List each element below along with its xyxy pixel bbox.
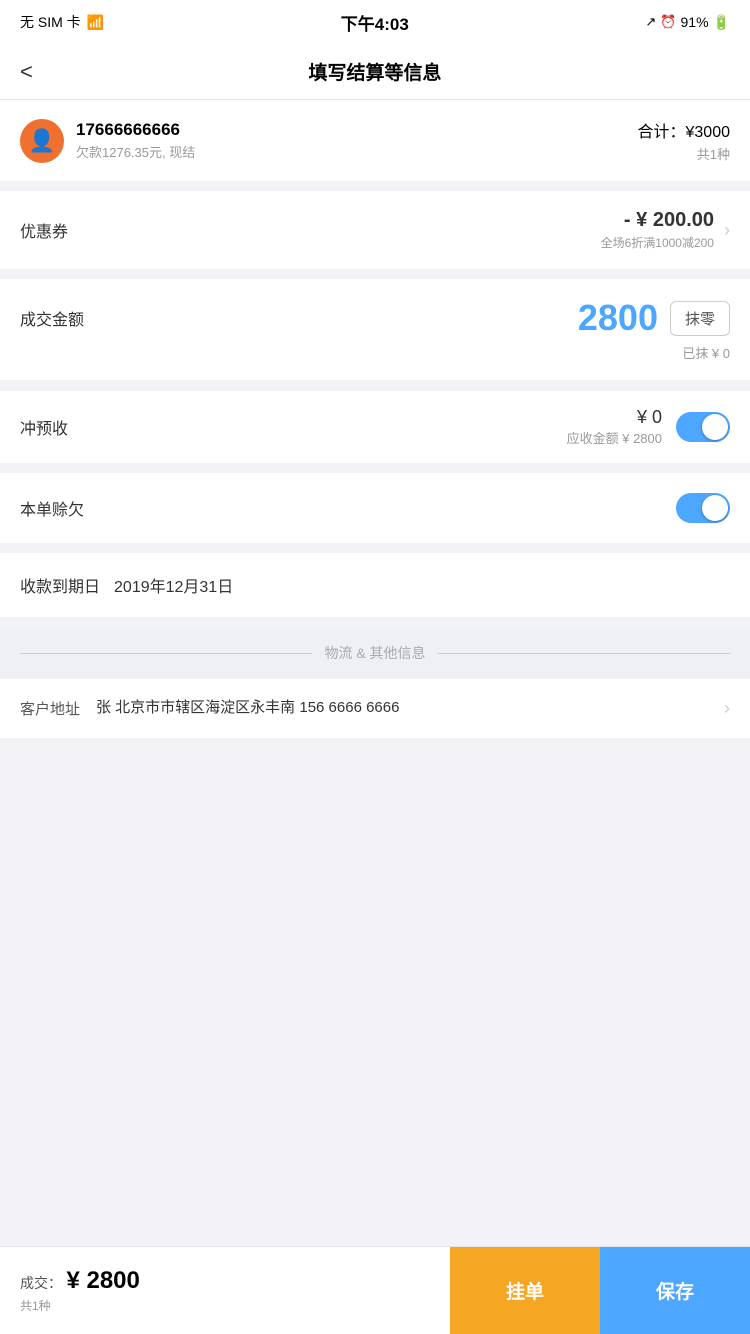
deal-amount-row: 成交金额 2800 抹零 [20, 297, 730, 339]
total-amount: 合计：¥3000 [638, 118, 731, 142]
prepay-label: 冲预收 [20, 415, 68, 439]
avatar: 👤 [20, 119, 64, 163]
save-button[interactable]: 保存 [600, 1247, 750, 1334]
bottom-amount: ¥ 2800 [66, 1267, 139, 1294]
address-section[interactable]: 客户地址 张 北京市市辖区海淀区永丰南 156 6666 6666 › [0, 679, 750, 738]
deal-amount-right: 2800 抹零 [578, 297, 730, 339]
deal-amount-sub: 已抹 ¥ 0 [20, 343, 730, 362]
nav-bar: < 填写结算等信息 [0, 44, 750, 100]
user-phone: 17666666666 [76, 120, 195, 140]
bottom-deal-label: 成交： [20, 1275, 62, 1291]
prepay-amount: ¥ 0 [567, 407, 662, 428]
bottom-count: 共1种 [20, 1297, 430, 1314]
coupon-label: 优惠券 [20, 218, 68, 242]
location-icon: ↗ [645, 14, 656, 30]
user-sub-text: 欠款1276.35元, 现结 [76, 142, 195, 161]
debt-section: 本单赊欠 [0, 473, 750, 543]
alarm-icon: ⏰ [660, 14, 676, 30]
prepay-toggle[interactable] [676, 412, 730, 442]
status-bar: 无 SIM 卡 📶 下午4:03 ↗ ⏰ 91% 🔋 [0, 0, 750, 44]
status-time: 下午4:03 [341, 10, 409, 35]
coupon-chevron-icon: › [724, 220, 730, 241]
divider-line-right [438, 653, 730, 654]
battery-percentage: 91% [681, 14, 709, 30]
debt-label: 本单赊欠 [20, 496, 84, 520]
empty-gray-area [0, 748, 750, 868]
address-label: 客户地址 [20, 698, 80, 719]
coupon-row[interactable]: 优惠券 - ¥ 200.00 全场6折满1000减200 › [0, 191, 750, 269]
prepay-right: ¥ 0 应收金额 ¥ 2800 [567, 407, 730, 447]
divider-line-left [20, 653, 312, 654]
divider-section: 物流 & 其他信息 [0, 627, 750, 679]
back-button[interactable]: < [20, 59, 33, 85]
user-right: 合计：¥3000 共1种 [638, 118, 731, 163]
prepay-value-group: ¥ 0 应收金额 ¥ 2800 [567, 407, 662, 447]
due-date-value: 2019年12月31日 [114, 573, 233, 597]
prepay-sub: 应收金额 ¥ 2800 [567, 428, 662, 447]
status-left: 无 SIM 卡 📶 [20, 12, 104, 32]
due-date-section: 收款到期日 2019年12月31日 [0, 553, 750, 617]
wifi-icon: 📶 [87, 14, 104, 31]
deal-amount-section: 成交金额 2800 抹零 已抹 ¥ 0 [0, 279, 750, 380]
bottom-deal-row: 成交： ¥ 2800 [20, 1267, 430, 1295]
due-date-label: 收款到期日 [20, 573, 100, 597]
battery-icon: 🔋 [713, 14, 730, 31]
divider-text: 物流 & 其他信息 [324, 643, 425, 663]
due-date-row: 收款到期日 2019年12月31日 [20, 573, 730, 597]
coupon-right: - ¥ 200.00 全场6折满1000减200 › [601, 209, 730, 251]
debt-toggle[interactable] [676, 493, 730, 523]
bottom-info: 成交： ¥ 2800 共1种 [0, 1267, 450, 1314]
deal-amount-value: 2800 [578, 297, 658, 339]
content-area: 👤 17666666666 欠款1276.35元, 现结 合计：¥3000 共1… [0, 100, 750, 958]
prepay-section: 冲预收 ¥ 0 应收金额 ¥ 2800 [0, 390, 750, 463]
user-left: 👤 17666666666 欠款1276.35元, 现结 [20, 119, 195, 163]
address-value: 张 北京市市辖区海淀区永丰南 156 6666 6666 [96, 697, 708, 720]
round-down-button[interactable]: 抹零 [670, 301, 730, 336]
user-card: 👤 17666666666 欠款1276.35元, 现结 合计：¥3000 共1… [0, 100, 750, 181]
user-info: 17666666666 欠款1276.35元, 现结 [76, 120, 195, 161]
deal-amount-label: 成交金额 [20, 306, 84, 330]
status-right: ↗ ⏰ 91% 🔋 [645, 14, 730, 31]
pending-button[interactable]: 挂单 [450, 1247, 600, 1334]
coupon-sub: 全场6折满1000减200 [601, 234, 714, 251]
sim-signal: 无 SIM 卡 [20, 12, 81, 32]
coupon-section: 优惠券 - ¥ 200.00 全场6折满1000减200 › [0, 191, 750, 269]
address-chevron-icon: › [724, 698, 730, 719]
total-count: 共1种 [638, 144, 731, 163]
page-title: 填写结算等信息 [308, 58, 441, 85]
bottom-bar: 成交： ¥ 2800 共1种 挂单 保存 [0, 1246, 750, 1334]
coupon-amount: - ¥ 200.00 [601, 209, 714, 232]
